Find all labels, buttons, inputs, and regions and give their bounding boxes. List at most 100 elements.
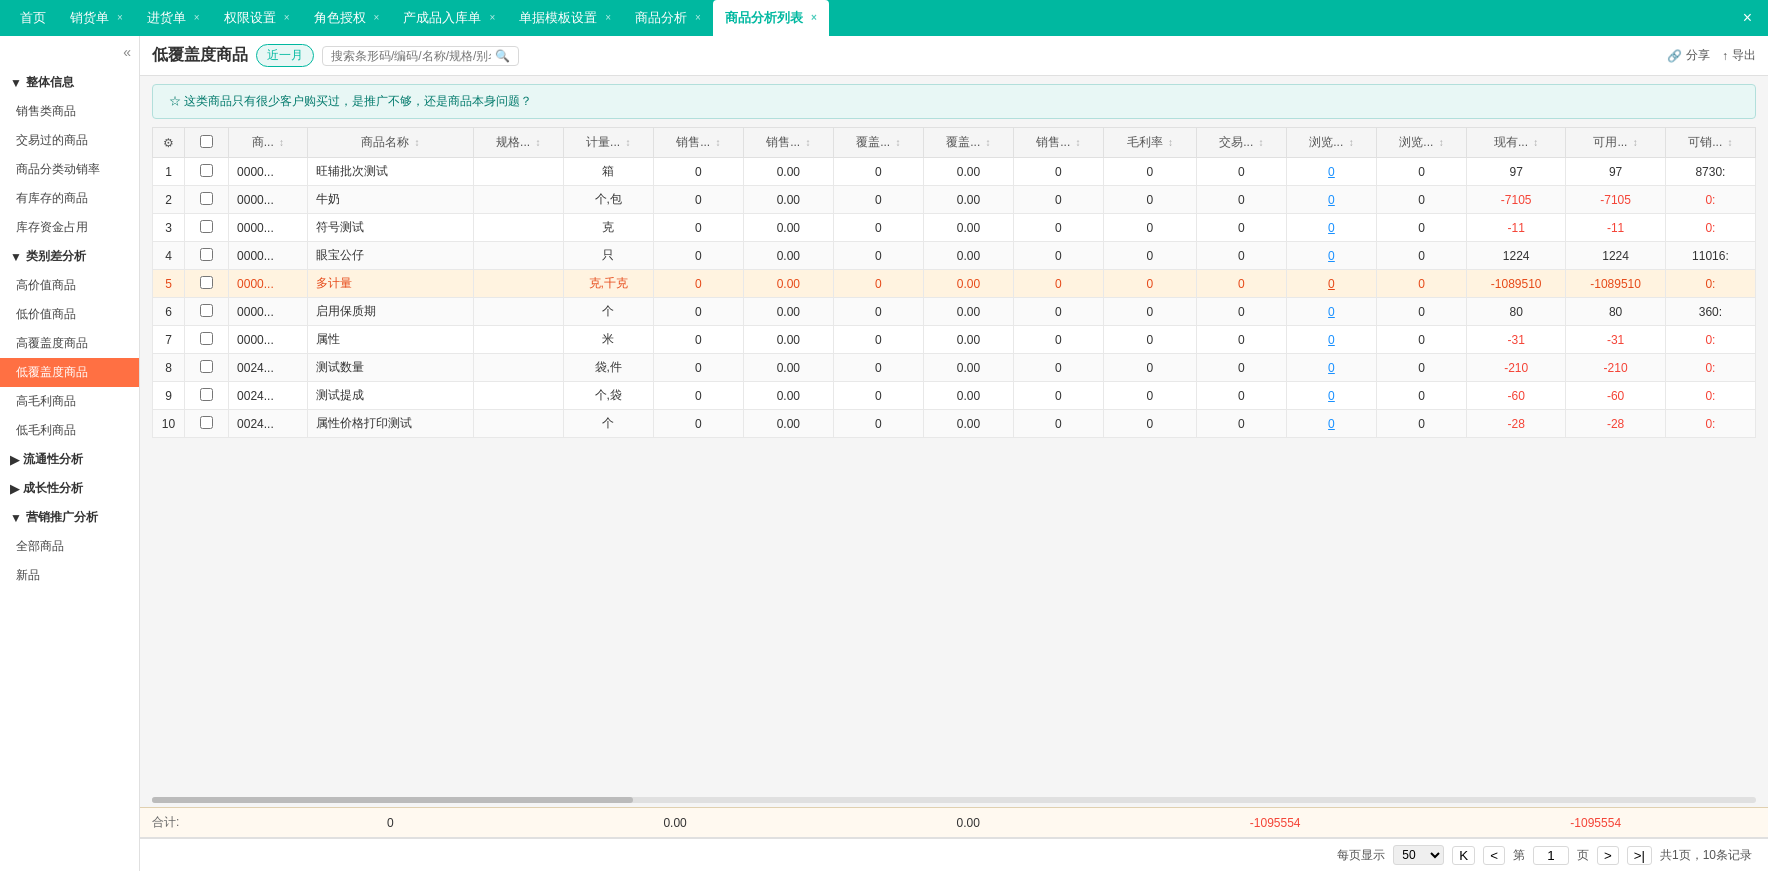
row-checkbox[interactable] bbox=[185, 326, 229, 354]
sidebar-item-category-sales-rate[interactable]: 商品分类动销率 bbox=[0, 155, 139, 184]
close-icon[interactable]: × bbox=[605, 0, 611, 36]
th-current-stock[interactable]: 现有... ↕ bbox=[1467, 128, 1566, 158]
th-settings[interactable]: ⚙ bbox=[153, 128, 185, 158]
row-current-stock: 80 bbox=[1467, 298, 1566, 326]
nav-permissions[interactable]: 权限设置 × bbox=[212, 0, 302, 36]
row-checkbox[interactable] bbox=[185, 186, 229, 214]
nav-role-auth[interactable]: 角色授权 × bbox=[302, 0, 392, 36]
row-checkbox[interactable] bbox=[185, 158, 229, 186]
close-icon[interactable]: × bbox=[284, 0, 290, 36]
export-button[interactable]: ↑ 导出 bbox=[1722, 47, 1756, 64]
th-transaction[interactable]: 交易... ↕ bbox=[1196, 128, 1286, 158]
th-sales-amt[interactable]: 销售... ↕ bbox=[743, 128, 833, 158]
th-code[interactable]: 商... ↕ bbox=[229, 128, 308, 158]
th-unit[interactable]: 计量... ↕ bbox=[563, 128, 653, 158]
search-input[interactable] bbox=[331, 49, 491, 63]
last-page-button[interactable]: >| bbox=[1627, 846, 1652, 865]
th-browse2[interactable]: 浏览... ↕ bbox=[1376, 128, 1466, 158]
totals-current-stock: -1095554 bbox=[1250, 816, 1301, 830]
row-checkbox[interactable] bbox=[185, 410, 229, 438]
row-browse1[interactable]: 0 bbox=[1286, 410, 1376, 438]
row-browse1[interactable]: 0 bbox=[1286, 242, 1376, 270]
sidebar-item-in-stock-products[interactable]: 有库存的商品 bbox=[0, 184, 139, 213]
th-sales-qty[interactable]: 销售... ↕ bbox=[653, 128, 743, 158]
sidebar-item-traded-products[interactable]: 交易过的商品 bbox=[0, 126, 139, 155]
th-available[interactable]: 可用... ↕ bbox=[1566, 128, 1665, 158]
row-sales-qty: 0 bbox=[653, 382, 743, 410]
nav-product-warehouse[interactable]: 产成品入库单 × bbox=[391, 0, 507, 36]
row-checkbox[interactable] bbox=[185, 354, 229, 382]
row-browse1[interactable]: 0 bbox=[1286, 326, 1376, 354]
sidebar-item-high-coverage[interactable]: 高覆盖度商品 bbox=[0, 329, 139, 358]
row-gross-margin: 0 bbox=[1103, 298, 1196, 326]
sidebar-item-high-margin[interactable]: 高毛利商品 bbox=[0, 387, 139, 416]
sidebar-group-marketing[interactable]: ▼ 营销推广分析 bbox=[0, 503, 139, 532]
nav-product-analysis[interactable]: 商品分析 × bbox=[623, 0, 713, 36]
th-sales3[interactable]: 销售... ↕ bbox=[1013, 128, 1103, 158]
close-icon[interactable]: × bbox=[194, 0, 200, 36]
nav-sales-order[interactable]: 销货单 × bbox=[58, 0, 135, 36]
totals-sales-amt: 0.00 bbox=[663, 816, 686, 830]
row-no: 1 bbox=[153, 158, 185, 186]
row-browse1[interactable]: 0 bbox=[1286, 298, 1376, 326]
period-button[interactable]: 近一月 bbox=[256, 44, 314, 67]
page-input[interactable] bbox=[1533, 846, 1569, 865]
th-browse1[interactable]: 浏览... ↕ bbox=[1286, 128, 1376, 158]
sidebar-item-high-value[interactable]: 高价值商品 bbox=[0, 271, 139, 300]
totals-bar: 合计: 0 0.00 0.00 -1095554 -1095554 bbox=[140, 807, 1768, 838]
scrollbar-area[interactable] bbox=[140, 793, 1768, 807]
th-spec[interactable]: 规格... ↕ bbox=[473, 128, 563, 158]
sidebar-group-category-analysis[interactable]: ▼ 类别差分析 bbox=[0, 242, 139, 271]
sidebar-item-stock-capital[interactable]: 库存资金占用 bbox=[0, 213, 139, 242]
window-close-button[interactable]: × bbox=[1735, 9, 1760, 27]
th-name[interactable]: 商品名称 ↕ bbox=[307, 128, 473, 158]
row-checkbox[interactable] bbox=[185, 298, 229, 326]
sidebar-item-new-products[interactable]: 新品 bbox=[0, 561, 139, 590]
per-page-select[interactable]: 50 20 100 200 bbox=[1393, 845, 1444, 865]
row-checkbox[interactable] bbox=[185, 214, 229, 242]
select-all-checkbox[interactable] bbox=[200, 135, 213, 148]
row-checkbox[interactable] bbox=[185, 270, 229, 298]
nav-home[interactable]: 首页 bbox=[8, 0, 58, 36]
row-browse1[interactable]: 0 bbox=[1286, 382, 1376, 410]
sidebar-collapse-button[interactable]: « bbox=[0, 36, 139, 68]
close-icon[interactable]: × bbox=[695, 0, 701, 36]
th-check[interactable] bbox=[185, 128, 229, 158]
sidebar-item-sales-products[interactable]: 销售类商品 bbox=[0, 97, 139, 126]
nav-template-settings[interactable]: 单据模板设置 × bbox=[507, 0, 623, 36]
close-icon[interactable]: × bbox=[117, 0, 123, 36]
scrollbar-thumb[interactable] bbox=[152, 797, 633, 803]
row-browse1[interactable]: 0 bbox=[1286, 186, 1376, 214]
sidebar-item-low-value[interactable]: 低价值商品 bbox=[0, 300, 139, 329]
row-no: 3 bbox=[153, 214, 185, 242]
row-available: -11 bbox=[1566, 214, 1665, 242]
row-browse1[interactable]: 0 bbox=[1286, 214, 1376, 242]
row-checkbox[interactable] bbox=[185, 382, 229, 410]
th-coverage2[interactable]: 覆盖... ↕ bbox=[923, 128, 1013, 158]
row-no: 9 bbox=[153, 382, 185, 410]
row-browse1[interactable]: 0 bbox=[1286, 354, 1376, 382]
row-browse1[interactable]: 0 bbox=[1286, 270, 1376, 298]
prev-page-button[interactable]: < bbox=[1483, 846, 1505, 865]
row-name: 属性价格打印测试 bbox=[307, 410, 473, 438]
table-area: ⚙ 商... ↕ 商品名称 ↕ 规格... ↕ 计量... ↕ 销售... ↕ … bbox=[140, 127, 1768, 793]
sidebar-group-liquidity[interactable]: ▶ 流通性分析 bbox=[0, 445, 139, 474]
th-sellable[interactable]: 可销... ↕ bbox=[1665, 128, 1755, 158]
sidebar-item-low-margin[interactable]: 低毛利商品 bbox=[0, 416, 139, 445]
next-page-button[interactable]: > bbox=[1597, 846, 1619, 865]
first-page-button[interactable]: K bbox=[1452, 846, 1475, 865]
share-button[interactable]: 🔗 分享 bbox=[1667, 47, 1710, 64]
nav-product-analysis-list[interactable]: 商品分析列表 × bbox=[713, 0, 829, 36]
close-icon[interactable]: × bbox=[374, 0, 380, 36]
close-icon[interactable]: × bbox=[811, 0, 817, 36]
sidebar-item-low-coverage[interactable]: 低覆盖度商品 bbox=[0, 358, 139, 387]
close-icon[interactable]: × bbox=[489, 0, 495, 36]
th-coverage1[interactable]: 覆盖... ↕ bbox=[833, 128, 923, 158]
th-gross-margin[interactable]: 毛利率 ↕ bbox=[1103, 128, 1196, 158]
row-browse1[interactable]: 0 bbox=[1286, 158, 1376, 186]
sidebar-group-growth[interactable]: ▶ 成长性分析 bbox=[0, 474, 139, 503]
row-checkbox[interactable] bbox=[185, 242, 229, 270]
sidebar-item-all-products[interactable]: 全部商品 bbox=[0, 532, 139, 561]
nav-purchase-order[interactable]: 进货单 × bbox=[135, 0, 212, 36]
sidebar-group-overall[interactable]: ▼ 整体信息 bbox=[0, 68, 139, 97]
